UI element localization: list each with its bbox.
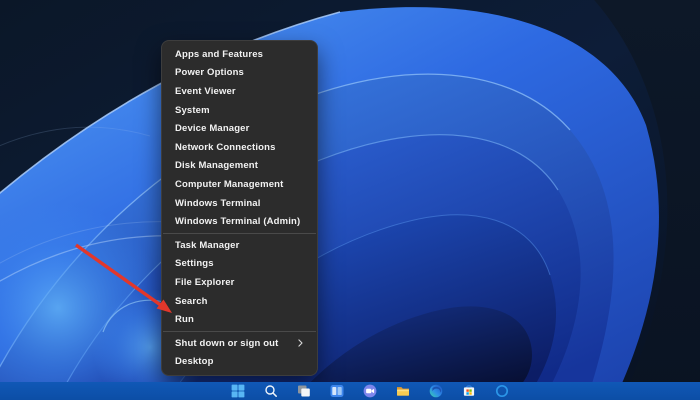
menu-group-system-tools: Apps and Features Power Options Event Vi…	[162, 45, 317, 231]
menu-item-file-explorer[interactable]: File Explorer	[162, 273, 317, 292]
menu-item-computer-management[interactable]: Computer Management	[162, 175, 317, 194]
desktop-wallpaper-bloom	[0, 0, 700, 400]
menu-item-label: Shut down or sign out	[175, 338, 278, 349]
start-button[interactable]	[231, 384, 245, 398]
widgets-icon	[330, 384, 344, 398]
taskbar-icons	[231, 384, 509, 398]
menu-separator	[163, 233, 316, 234]
menu-group-shell: Task Manager Settings File Explorer Sear…	[162, 236, 317, 329]
start-icon	[231, 384, 245, 398]
search-icon	[264, 384, 278, 398]
menu-item-windows-terminal[interactable]: Windows Terminal	[162, 194, 317, 213]
edge-icon	[429, 384, 443, 398]
store-button[interactable]	[462, 384, 476, 398]
chat-button[interactable]	[363, 384, 377, 398]
ring-icon	[495, 384, 509, 398]
menu-item-windows-terminal-admin[interactable]: Windows Terminal (Admin)	[162, 212, 317, 231]
menu-item-shut-down-or-sign-out[interactable]: Shut down or sign out	[162, 334, 317, 353]
file-explorer-button[interactable]	[396, 384, 410, 398]
menu-item-desktop[interactable]: Desktop	[162, 353, 317, 372]
desktop: Apps and Features Power Options Event Vi…	[0, 0, 700, 400]
edge-button[interactable]	[429, 384, 443, 398]
chat-icon	[363, 384, 377, 398]
widgets-button[interactable]	[330, 384, 344, 398]
chevron-right-icon	[298, 339, 303, 347]
search-button[interactable]	[264, 384, 278, 398]
menu-item-apps-and-features[interactable]: Apps and Features	[162, 45, 317, 64]
task-view-button[interactable]	[297, 384, 311, 398]
menu-item-disk-management[interactable]: Disk Management	[162, 157, 317, 176]
menu-item-system[interactable]: System	[162, 101, 317, 120]
ring-app-button[interactable]	[495, 384, 509, 398]
menu-item-task-manager[interactable]: Task Manager	[162, 236, 317, 255]
menu-item-network-connections[interactable]: Network Connections	[162, 138, 317, 157]
menu-item-run[interactable]: Run	[162, 310, 317, 329]
winx-context-menu: Apps and Features Power Options Event Vi…	[161, 40, 318, 376]
taskbar	[0, 382, 700, 400]
menu-item-settings[interactable]: Settings	[162, 255, 317, 274]
menu-item-search[interactable]: Search	[162, 292, 317, 311]
task-view-icon	[297, 384, 311, 398]
menu-separator	[163, 331, 316, 332]
menu-item-power-options[interactable]: Power Options	[162, 64, 317, 83]
menu-item-event-viewer[interactable]: Event Viewer	[162, 82, 317, 101]
store-icon	[462, 384, 476, 398]
menu-group-session: Shut down or sign out Desktop	[162, 334, 317, 371]
file-explorer-icon	[396, 384, 410, 398]
menu-item-device-manager[interactable]: Device Manager	[162, 119, 317, 138]
